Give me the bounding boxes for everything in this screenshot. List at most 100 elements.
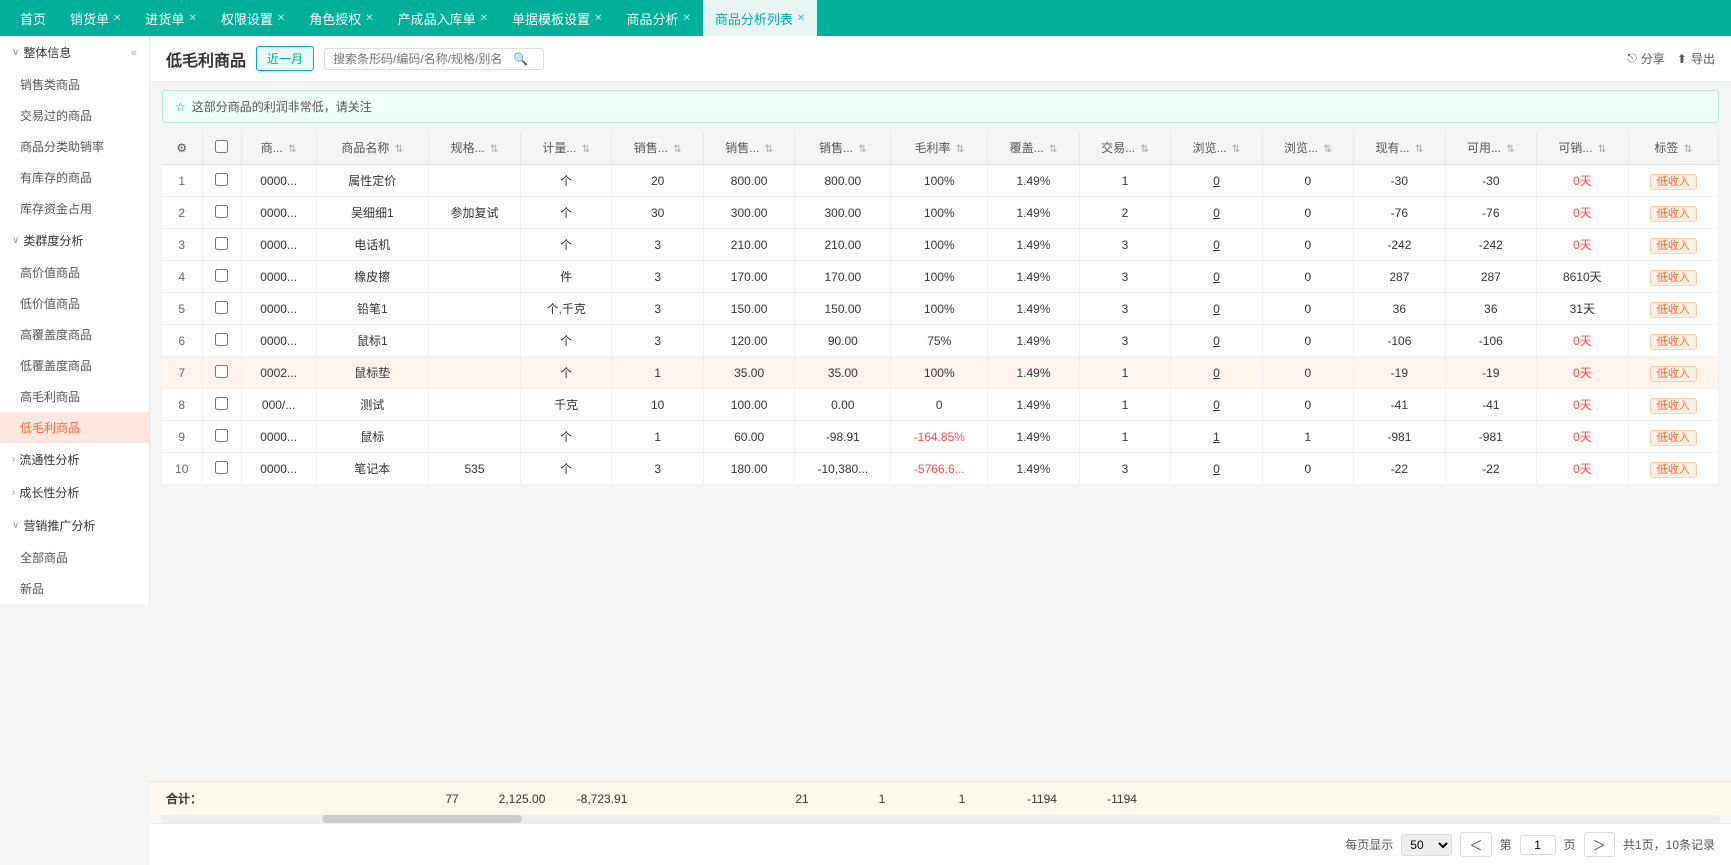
next-page-button[interactable]: ＞ <box>1584 832 1615 857</box>
row-checkbox[interactable] <box>202 229 241 261</box>
col-sales-profit[interactable]: 销售... ⇅ <box>795 131 891 165</box>
sidebar-section-cluster[interactable]: ∨ 类群度分析 <box>0 224 149 257</box>
search-input[interactable] <box>333 52 513 66</box>
share-button[interactable]: ⎋ 分享 <box>1627 50 1665 67</box>
table-body: 1 0000... 属性定价 个 20 800.00 800.00 100% 1… <box>162 165 1719 485</box>
select-all-checkbox[interactable] <box>215 140 228 153</box>
close-icon[interactable]: ✕ <box>277 13 285 24</box>
close-icon[interactable]: ✕ <box>797 13 805 24</box>
row-browse1[interactable]: 0 <box>1171 389 1262 421</box>
row-checkbox[interactable] <box>202 261 241 293</box>
sidebar-item-low-value[interactable]: 低价值商品 <box>0 288 149 319</box>
row-sales-profit: 35.00 <box>795 357 891 389</box>
sidebar-item-high-coverage[interactable]: 高覆盖度商品 <box>0 319 149 350</box>
sidebar-item-sales-goods[interactable]: 销售类商品 <box>0 69 149 100</box>
sidebar-item-new-goods[interactable]: 新品 <box>0 573 149 604</box>
col-browse2[interactable]: 浏览... ⇅ <box>1262 131 1353 165</box>
sidebar-item-category-rate[interactable]: 商品分类助销率 <box>0 131 149 162</box>
row-browse1[interactable]: 0 <box>1171 197 1262 229</box>
row-name: 鼠标垫 <box>316 357 429 389</box>
nav-item-role[interactable]: 角色授权 ✕ <box>297 0 385 36</box>
row-checkbox[interactable] <box>202 165 241 197</box>
row-sales-amount: 120.00 <box>703 325 794 357</box>
horizontal-scrollbar[interactable] <box>162 815 1719 823</box>
row-checkbox[interactable] <box>202 453 241 485</box>
close-icon[interactable]: ✕ <box>682 13 690 24</box>
sidebar-item-traded-goods[interactable]: 交易过的商品 <box>0 100 149 131</box>
row-unit: 个 <box>520 357 611 389</box>
row-available: 287 <box>1445 261 1536 293</box>
nav-item-sales[interactable]: 销货单 ✕ <box>58 0 133 36</box>
sidebar-item-all-goods[interactable]: 全部商品 <box>0 542 149 573</box>
nav-item-analysis-list[interactable]: 商品分析列表 ✕ <box>703 0 817 36</box>
col-trade[interactable]: 交易... ⇅ <box>1079 131 1170 165</box>
col-code[interactable]: 商... ⇅ <box>241 131 316 165</box>
sidebar-item-high-margin[interactable]: 高毛利商品 <box>0 381 149 412</box>
close-icon[interactable]: ✕ <box>365 13 373 24</box>
nav-item-product-instock[interactable]: 产成品入库单 ✕ <box>386 0 500 36</box>
per-page-select[interactable]: 50 100 200 <box>1401 834 1452 856</box>
col-sales-amount[interactable]: 销售... ⇅ <box>703 131 794 165</box>
prev-page-button[interactable]: ＜ <box>1460 832 1491 857</box>
col-saleable[interactable]: 可销... ⇅ <box>1537 131 1628 165</box>
row-browse1[interactable]: 0 <box>1171 325 1262 357</box>
sidebar-section-marketing[interactable]: ∨ 营销推广分析 <box>0 509 149 542</box>
chevron-right-icon: › <box>12 454 15 465</box>
col-coverage[interactable]: 覆盖... ⇅ <box>988 131 1079 165</box>
page-input[interactable] <box>1520 835 1556 855</box>
nav-item-purchase[interactable]: 进货单 ✕ <box>133 0 208 36</box>
col-gross-margin[interactable]: 毛利率 ⇅ <box>891 131 988 165</box>
col-checkbox[interactable] <box>202 131 241 165</box>
row-browse1[interactable]: 0 <box>1171 229 1262 261</box>
row-browse1[interactable]: 0 <box>1171 293 1262 325</box>
nav-item-permission[interactable]: 权限设置 ✕ <box>209 0 297 36</box>
row-browse1[interactable]: 1 <box>1171 421 1262 453</box>
sidebar-section-growth[interactable]: › 成长性分析 <box>0 476 149 509</box>
row-checkbox[interactable] <box>202 421 241 453</box>
nav-item-analysis[interactable]: 商品分析 ✕ <box>614 0 702 36</box>
nav-item-template[interactable]: 单据模板设置 ✕ <box>500 0 614 36</box>
row-browse1[interactable]: 0 <box>1171 357 1262 389</box>
sidebar-item-low-margin[interactable]: 低毛利商品 <box>0 412 149 443</box>
col-name[interactable]: 商品名称 ⇅ <box>316 131 429 165</box>
sidebar-item-high-value[interactable]: 高价值商品 <box>0 257 149 288</box>
row-checkbox[interactable] <box>202 357 241 389</box>
col-settings[interactable]: ⚙ <box>162 131 202 165</box>
close-icon[interactable]: ✕ <box>113 13 121 24</box>
close-icon[interactable]: ✕ <box>594 13 602 24</box>
row-checkbox[interactable] <box>202 293 241 325</box>
nav-item-home[interactable]: 首页 <box>8 0 58 36</box>
row-browse1[interactable]: 0 <box>1171 453 1262 485</box>
sidebar-item-low-coverage[interactable]: 低覆盖度商品 <box>0 350 149 381</box>
row-current-stock: -41 <box>1354 389 1445 421</box>
col-sales-count[interactable]: 销售... ⇅ <box>612 131 703 165</box>
row-code: 0000... <box>241 325 316 357</box>
sidebar-section-overall[interactable]: ∨ 整体信息 « <box>0 36 149 69</box>
collapse-icon[interactable]: « <box>131 47 137 59</box>
filter-button[interactable]: 近一月 <box>256 46 314 71</box>
col-spec[interactable]: 规格... ⇅ <box>429 131 521 165</box>
row-checkbox[interactable] <box>202 197 241 229</box>
row-gross-margin: 0 <box>891 389 988 421</box>
col-available[interactable]: 可用... ⇅ <box>1445 131 1536 165</box>
sidebar-item-in-stock[interactable]: 有库存的商品 <box>0 162 149 193</box>
row-browse1[interactable]: 0 <box>1171 261 1262 293</box>
info-icon: ☆ <box>175 100 186 114</box>
sidebar-section-liquidity[interactable]: › 流通性分析 <box>0 443 149 476</box>
search-icon[interactable]: 🔍 <box>513 52 528 66</box>
pagination-bar: 每页显示 50 100 200 ＜ 第 页 ＞ 共1页，10条记录 <box>150 823 1731 865</box>
col-browse1[interactable]: 浏览... ⇅ <box>1171 131 1262 165</box>
close-icon[interactable]: ✕ <box>188 13 196 24</box>
col-current-stock[interactable]: 现有... ⇅ <box>1354 131 1445 165</box>
content-area: 低毛利商品 近一月 🔍 ⎋ 分享 ⬆ 导出 ☆ 这部分 <box>150 36 1731 865</box>
row-browse1[interactable]: 0 <box>1171 165 1262 197</box>
row-checkbox[interactable] <box>202 325 241 357</box>
col-unit[interactable]: 计量... ⇅ <box>520 131 611 165</box>
row-checkbox[interactable] <box>202 389 241 421</box>
sidebar-item-stock-funds[interactable]: 库存资金占用 <box>0 193 149 224</box>
col-tag[interactable]: 标签 ⇅ <box>1628 131 1718 165</box>
close-icon[interactable]: ✕ <box>480 13 488 24</box>
export-button[interactable]: ⬆ 导出 <box>1677 50 1715 67</box>
row-number: 4 <box>162 261 202 293</box>
scrollbar-thumb[interactable] <box>322 815 522 823</box>
